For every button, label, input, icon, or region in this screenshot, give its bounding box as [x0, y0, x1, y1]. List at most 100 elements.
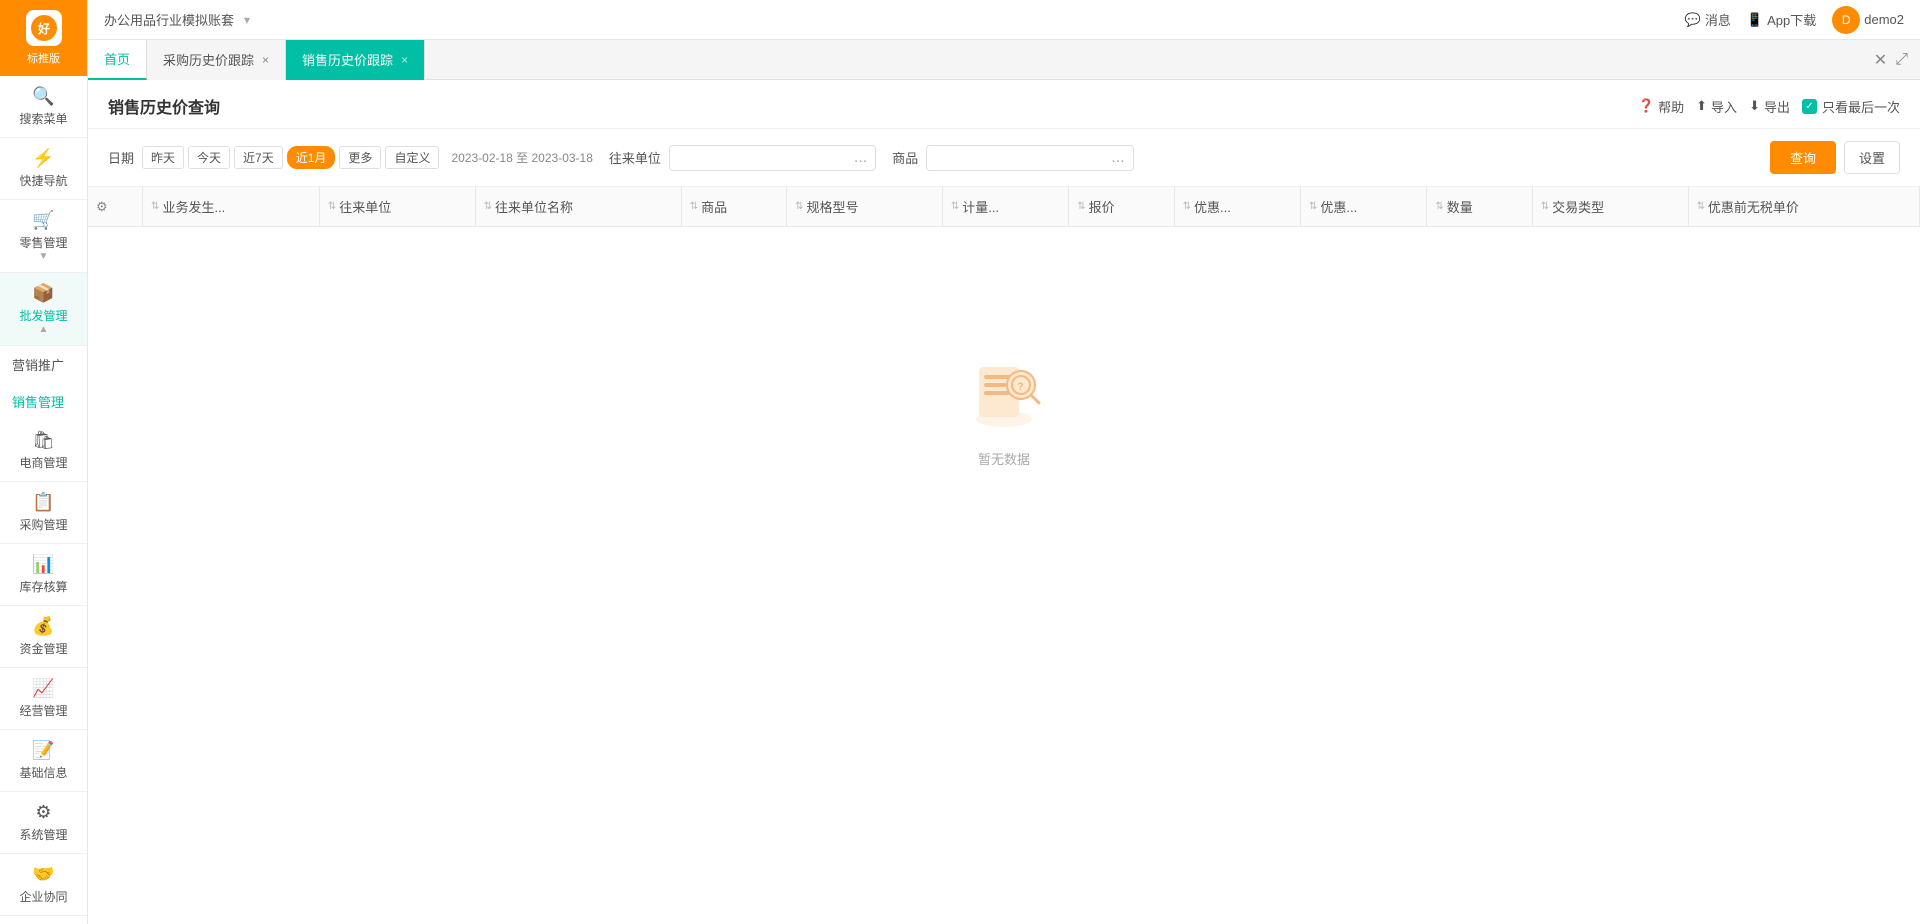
maximize-window-btn[interactable]: ⤢ — [1895, 51, 1908, 69]
sidebar-item-quick-nav[interactable]: ⚡ 快捷导航 — [0, 138, 87, 200]
sort-icon: ⇅ — [484, 201, 492, 212]
sidebar-item-label: 零售管理 — [19, 234, 67, 251]
col-pretax-price: ⇅ 优惠前无税单价 — [1688, 187, 1919, 227]
sort-icon: ⇅ — [1183, 201, 1191, 212]
user-profile[interactable]: D demo2 — [1832, 6, 1904, 34]
partner-input[interactable] — [678, 150, 854, 165]
inventory-icon: 📊 — [32, 554, 54, 575]
col-trade-type: ⇅ 交易类型 — [1532, 187, 1688, 227]
basic-info-icon: 📝 — [32, 740, 54, 761]
logo-icon: 好 — [26, 10, 62, 46]
sidebar-item-enterprise[interactable]: 🤝 企业协同 — [0, 854, 87, 916]
sort-icon: ⇅ — [690, 201, 698, 212]
tab-actions: ✕ ⤢ — [1862, 50, 1920, 70]
col-settings[interactable]: ⚙ — [88, 187, 143, 227]
sidebar-item-wholesale[interactable]: 📦 批发管理 ▲ — [0, 273, 87, 346]
sidebar-item-ecommerce[interactable]: 🛍 电商管理 — [0, 420, 87, 482]
col-discount2-label: 优惠... — [1320, 197, 1357, 216]
svg-text:?: ? — [1017, 381, 1024, 393]
tab-sales-history-close-btn[interactable]: × — [401, 53, 408, 67]
sidebar-item-purchase[interactable]: 📋 采购管理 — [0, 482, 87, 544]
sidebar-item-marketing[interactable]: 营销推广 — [0, 346, 87, 383]
date-range-text: 2023-02-18 至 2023-03-18 — [451, 149, 592, 166]
only-last-label: 只看最后一次 — [1822, 97, 1900, 116]
tab-purchase-history-close-btn[interactable]: × — [262, 53, 269, 67]
col-unit: ⇅ 计量... — [942, 187, 1068, 227]
sort-icon: ⇅ — [328, 201, 336, 212]
help-icon: ❓ — [1638, 98, 1654, 114]
col-biz-date-label: 业务发生... — [162, 197, 225, 216]
setting-button[interactable]: 设置 — [1844, 141, 1900, 174]
partner-filter-group: 往来单位 ... — [609, 145, 876, 171]
filter-bar: 日期 昨天 今天 近7天 近1月 更多 自定义 2023-02-18 至 202… — [88, 129, 1920, 187]
date-filter-group: 日期 昨天 今天 近7天 近1月 更多 自定义 2023-02-18 至 202… — [108, 146, 593, 169]
sidebar: 好 标推版 🔍 搜索菜单 ⚡ 快捷导航 🛒 零售管理 ▼ 📦 批发管理 ▲ 营销… — [0, 0, 88, 924]
date-today-btn[interactable]: 今天 — [188, 146, 230, 169]
sidebar-item-label: 销售管理 — [12, 392, 64, 411]
sidebar-item-sales-mgmt[interactable]: 销售管理 — [0, 383, 87, 420]
partner-dots[interactable]: ... — [854, 149, 867, 167]
app-download-btn[interactable]: 📱 App下载 — [1747, 10, 1816, 29]
page-actions: ❓ 帮助 ⬆ 导入 ⬇ 导出 只看最后一次 — [1638, 97, 1900, 116]
export-icon: ⬇ — [1749, 98, 1760, 114]
table-settings-icon[interactable]: ⚙ — [96, 199, 108, 215]
sort-icon: ⇅ — [151, 201, 159, 212]
sidebar-item-retail[interactable]: 🛒 零售管理 ▼ — [0, 200, 87, 273]
sort-icon: ⇅ — [1309, 201, 1317, 212]
tab-home[interactable]: 首页 — [88, 40, 147, 80]
date-yesterday-btn[interactable]: 昨天 — [142, 146, 184, 169]
close-window-btn[interactable]: ✕ — [1874, 50, 1887, 70]
message-btn[interactable]: 💬 消息 — [1685, 10, 1731, 29]
col-partner-name-label: 往来单位名称 — [495, 197, 573, 216]
sort-icon: ⇅ — [1077, 201, 1085, 212]
import-label: 导入 — [1711, 97, 1737, 116]
sidebar-item-label: 搜索菜单 — [19, 110, 67, 127]
date-last7-btn[interactable]: 近7天 — [234, 146, 283, 169]
export-btn[interactable]: ⬇ 导出 — [1749, 97, 1790, 116]
sidebar-item-label: 系统管理 — [19, 826, 67, 843]
quick-nav-icon: ⚡ — [32, 148, 54, 169]
help-btn[interactable]: ❓ 帮助 — [1638, 97, 1684, 116]
col-price-label: 报价 — [1089, 197, 1115, 216]
col-discount2: ⇅ 优惠... — [1301, 187, 1427, 227]
sidebar-item-label: 库存核算 — [19, 578, 67, 595]
sidebar-item-label: 采购管理 — [19, 516, 67, 533]
date-shortcuts: 昨天 今天 近7天 近1月 更多 自定义 — [142, 146, 439, 169]
query-button[interactable]: 查询 — [1770, 141, 1836, 174]
sidebar-item-system[interactable]: ⚙ 系统管理 — [0, 792, 87, 854]
tab-purchase-history[interactable]: 采购历史价跟踪 × — [147, 40, 286, 80]
date-more-btn[interactable]: 更多 — [339, 146, 381, 169]
sidebar-item-guide[interactable]: 🎯 新手引导 — [0, 916, 87, 924]
col-partner-name: ⇅ 往来单位名称 — [475, 187, 681, 227]
col-trade-type-label: 交易类型 — [1552, 197, 1604, 216]
topbar: 办公用品行业模拟账套 ▾ 💬 消息 📱 App下载 D demo2 — [88, 0, 1920, 40]
sidebar-item-finance[interactable]: 💰 资金管理 — [0, 606, 87, 668]
col-unit-label: 计量... — [962, 197, 999, 216]
app-download-icon: 📱 — [1747, 12, 1763, 28]
import-btn[interactable]: ⬆ 导入 — [1696, 97, 1737, 116]
table-wrap: ⚙ ⇅ 业务发生... ⇅ 往来单位 — [88, 187, 1920, 588]
sidebar-item-basic-info[interactable]: 📝 基础信息 — [0, 730, 87, 792]
date-custom-btn[interactable]: 自定义 — [385, 146, 439, 169]
date-last1m-btn[interactable]: 近1月 — [287, 146, 336, 169]
sidebar-item-inventory[interactable]: 📊 库存核算 — [0, 544, 87, 606]
sort-icon: ⇅ — [1435, 201, 1443, 212]
product-input-wrap: ... — [926, 145, 1133, 171]
topbar-right: 💬 消息 📱 App下载 D demo2 — [1685, 6, 1904, 34]
tab-sales-history[interactable]: 销售历史价跟踪 × — [286, 40, 425, 80]
sidebar-item-operation[interactable]: 📈 经营管理 — [0, 668, 87, 730]
sidebar-item-label: 经营管理 — [19, 702, 67, 719]
product-dots[interactable]: ... — [1111, 149, 1124, 167]
chevron-up-icon: ▲ — [39, 324, 49, 335]
sidebar-item-label: 基础信息 — [19, 764, 67, 781]
col-quantity: ⇅ 数量 — [1427, 187, 1532, 227]
product-input[interactable] — [935, 150, 1111, 165]
import-icon: ⬆ — [1696, 98, 1707, 114]
only-last-checkbox[interactable]: 只看最后一次 — [1802, 97, 1900, 116]
tab-sales-history-label: 销售历史价跟踪 — [302, 50, 393, 69]
filter-actions: 查询 设置 — [1770, 141, 1900, 174]
topbar-dropdown-icon[interactable]: ▾ — [244, 13, 250, 27]
empty-state: ? 暂无数据 — [88, 227, 1920, 588]
sidebar-item-search-menu[interactable]: 🔍 搜索菜单 — [0, 76, 87, 138]
sidebar-logo: 好 标推版 — [0, 0, 87, 76]
